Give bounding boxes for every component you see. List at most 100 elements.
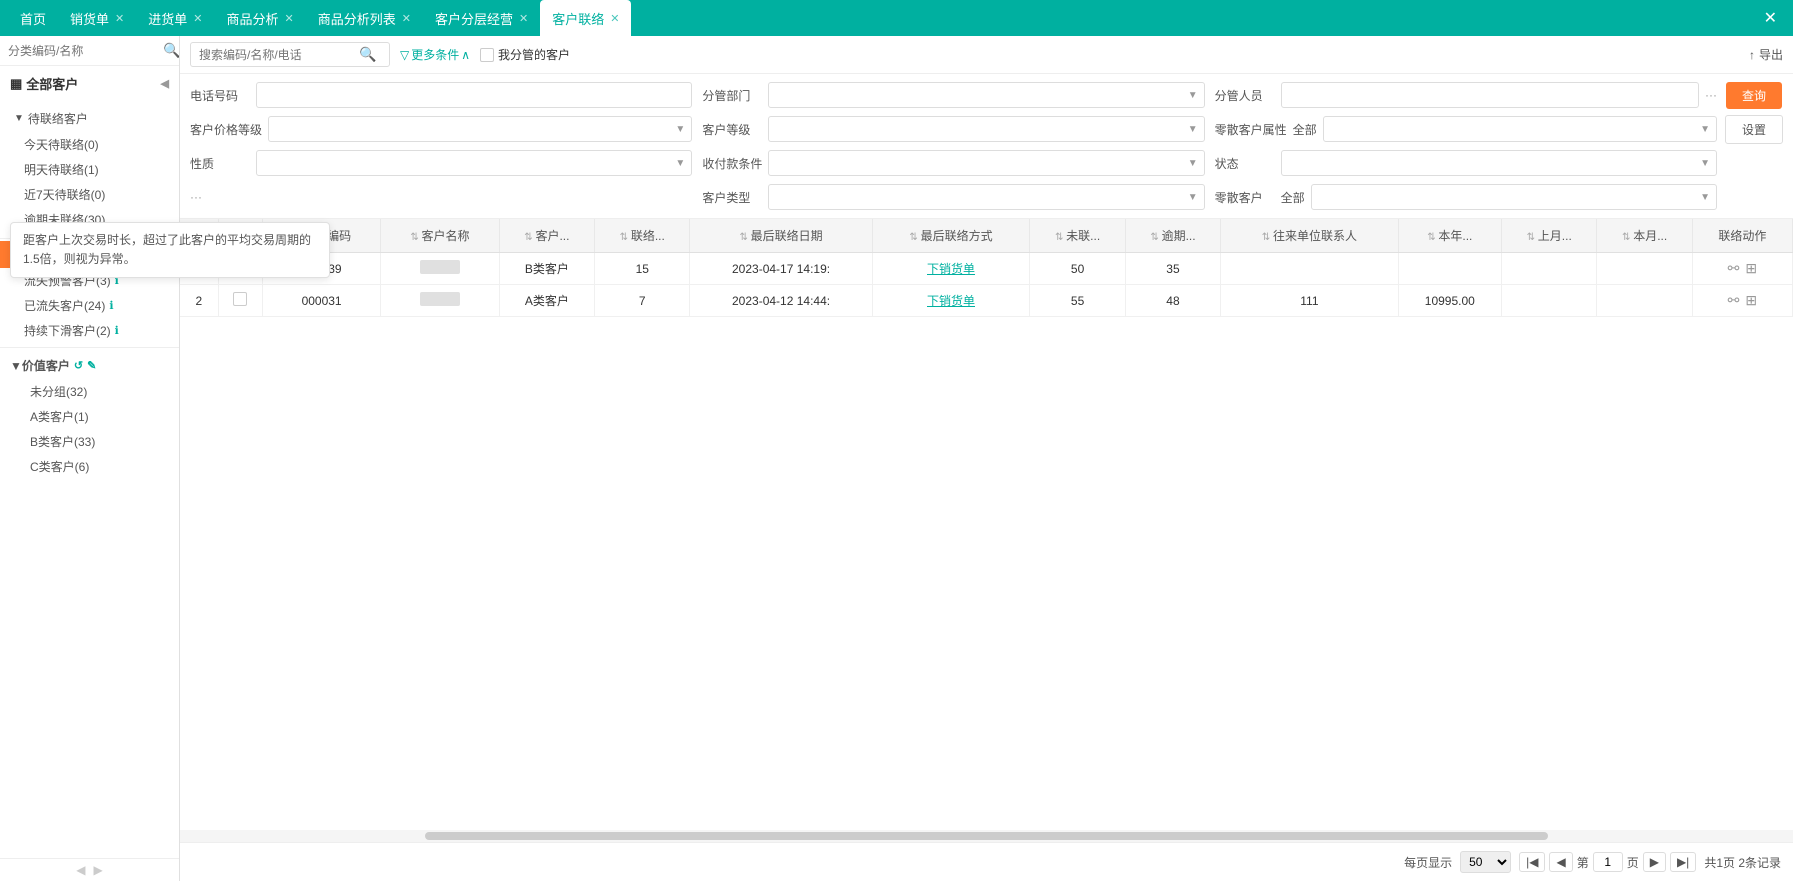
- close-customer-tier-icon[interactable]: ✕: [519, 12, 528, 25]
- export-button[interactable]: ↑ 导出: [1749, 46, 1783, 63]
- price-tier-arrow-icon: ▼: [675, 124, 685, 135]
- payment-select[interactable]: ▼: [768, 150, 1204, 176]
- value-customers-header[interactable]: ▼ 价值客户 ↺ ✎: [0, 352, 179, 379]
- status-arrow-icon: ▼: [1700, 158, 1710, 169]
- tab-customer-tier[interactable]: 客户分层经营 ✕: [423, 0, 540, 36]
- pending-contact-header[interactable]: ▼ 待联络客户: [0, 105, 179, 132]
- row2-last-date: 2023-04-12 14:44:: [690, 285, 872, 317]
- today-pending[interactable]: 今天待联络(0): [0, 132, 179, 157]
- filter-row-1: 电话号码 分管部门 ▼ 分管人员: [190, 82, 1717, 108]
- row1-actions: ⚯ ⊞: [1692, 253, 1792, 285]
- sidebar-right-arrow[interactable]: ▶: [94, 863, 103, 877]
- tab-sales-order[interactable]: 销货单 ✕: [58, 0, 136, 36]
- row1-link-icon[interactable]: ⚯: [1728, 260, 1740, 277]
- row1-this-year: [1398, 253, 1501, 285]
- tomorrow-pending[interactable]: 明天待联络(1): [0, 157, 179, 182]
- week-pending[interactable]: 近7天待联络(0): [0, 182, 179, 207]
- sidebar-search-icon[interactable]: 🔍: [163, 42, 180, 59]
- abnormal-tooltip: 距客户上次交易时长，超过了此客户的平均交易周期的1.5倍，则视为异常。: [10, 222, 330, 278]
- dept-arrow-icon: ▼: [1188, 90, 1198, 101]
- row2-link-icon[interactable]: ⚯: [1728, 292, 1740, 309]
- row2-uncontacted: 55: [1030, 285, 1125, 317]
- person-input[interactable]: [1281, 82, 1699, 108]
- col-overdue[interactable]: 逾期...: [1125, 219, 1220, 253]
- query-button[interactable]: 查询: [1726, 82, 1782, 109]
- row2-last-method[interactable]: 下销货单: [872, 285, 1030, 317]
- filter-icon: ▽: [400, 48, 409, 62]
- dept-select[interactable]: ▼: [768, 82, 1204, 108]
- price-tier-select[interactable]: ▼: [268, 116, 692, 142]
- page-number-input[interactable]: [1593, 852, 1623, 872]
- row1-last-method[interactable]: 下销货单: [872, 253, 1030, 285]
- phone-input[interactable]: [256, 82, 692, 108]
- scrollbar-thumb[interactable]: [425, 832, 1549, 840]
- declining-customers[interactable]: 持续下滑客户(2) ℹ: [0, 318, 179, 343]
- tab-purchase-order[interactable]: 进货单 ✕: [136, 0, 214, 36]
- close-customer-contact-icon[interactable]: ✕: [610, 12, 619, 25]
- page-size-select[interactable]: 50 100 200: [1460, 851, 1511, 873]
- col-last-month[interactable]: 上月...: [1502, 219, 1597, 253]
- sidebar-collapse-icon[interactable]: ◀: [161, 77, 169, 90]
- row2-checkbox[interactable]: [218, 285, 262, 317]
- already-lost-info-icon[interactable]: ℹ: [109, 299, 113, 312]
- col-last-contact-method[interactable]: 最后联络方式: [872, 219, 1030, 253]
- prev-page-button[interactable]: ◀: [1549, 852, 1572, 872]
- row2-grid-icon[interactable]: ⊞: [1745, 292, 1757, 309]
- class-c-customers[interactable]: C类客户(6): [0, 454, 179, 479]
- sidebar-left-arrow[interactable]: ◀: [76, 863, 85, 877]
- close-sales-order-icon[interactable]: ✕: [115, 12, 124, 25]
- declining-info-icon[interactable]: ℹ: [115, 324, 119, 337]
- first-page-button[interactable]: |◀: [1519, 852, 1545, 872]
- close-product-analysis-icon[interactable]: ✕: [285, 12, 294, 25]
- col-contact-count[interactable]: 联络...: [595, 219, 690, 253]
- customer-tier-select[interactable]: ▼: [768, 116, 1204, 142]
- already-lost[interactable]: 已流失客户(24) ℹ: [0, 293, 179, 318]
- col-this-month[interactable]: 本月...: [1597, 219, 1692, 253]
- search-button[interactable]: 🔍: [359, 46, 376, 63]
- horizontal-scrollbar[interactable]: [180, 830, 1793, 842]
- unclassified-customers[interactable]: 未分组(32): [0, 379, 179, 404]
- customer-type-select[interactable]: ▼: [768, 184, 1204, 210]
- filter-row-3: 性质 ▼ 收付款条件 ▼: [190, 150, 1717, 176]
- row2-code[interactable]: 000031: [262, 285, 380, 317]
- page-navigation: |◀ ◀ 第 页 ▶ ▶|: [1519, 852, 1696, 872]
- close-product-list-icon[interactable]: ✕: [402, 12, 411, 25]
- last-page-button[interactable]: ▶|: [1670, 852, 1696, 872]
- close-all-tabs-button[interactable]: ✕: [1756, 8, 1785, 28]
- sidebar: 🔍 ▦ 全部客户 ◀ ▼ 待联络客户 今天待联络(0) 明天待联络(1): [0, 36, 180, 881]
- tab-customer-contact[interactable]: 客户联络 ✕: [540, 0, 631, 36]
- more-conditions-button[interactable]: ▽ 更多条件 ∧: [400, 46, 470, 63]
- filter-person: 分管人员 ···: [1215, 82, 1717, 108]
- refresh-icon[interactable]: ↺: [74, 359, 83, 372]
- col-uncontacted[interactable]: 未联...: [1030, 219, 1125, 253]
- search-input[interactable]: [199, 48, 359, 62]
- nature-select[interactable]: ▼: [256, 150, 692, 176]
- retail-customer-select[interactable]: ▼: [1311, 184, 1717, 210]
- sidebar-all-customers[interactable]: ▦ 全部客户 ◀: [0, 66, 179, 101]
- my-customers-checkbox[interactable]: [480, 48, 494, 62]
- col-last-contact-date[interactable]: 最后联络日期: [690, 219, 872, 253]
- sidebar-search-input[interactable]: [8, 44, 163, 58]
- col-name[interactable]: 客户名称: [381, 219, 499, 253]
- tab-product-analysis-list[interactable]: 商品分析列表 ✕: [306, 0, 423, 36]
- tab-product-analysis[interactable]: 商品分析 ✕: [214, 0, 305, 36]
- row2-select-checkbox[interactable]: [233, 292, 247, 306]
- table-row: 1 000039 B类客户: [180, 253, 1793, 285]
- next-page-button[interactable]: ▶: [1643, 852, 1666, 872]
- class-a-customers[interactable]: A类客户(1): [0, 404, 179, 429]
- edit-icon[interactable]: ✎: [87, 359, 96, 372]
- person-dots-icon[interactable]: ···: [1705, 88, 1717, 102]
- col-type[interactable]: 客户...: [499, 219, 594, 253]
- col-unit-contacts[interactable]: 往来单位联系人: [1221, 219, 1398, 253]
- col-this-year[interactable]: 本年...: [1398, 219, 1501, 253]
- settings-button[interactable]: 设置: [1725, 115, 1783, 144]
- class-b-customers[interactable]: B类客户(33): [0, 429, 179, 454]
- retail-customer-arrow-icon: ▼: [1700, 192, 1710, 203]
- tab-home[interactable]: 首页: [8, 0, 58, 36]
- my-customers-checkbox-label[interactable]: 我分管的客户: [480, 46, 570, 63]
- close-purchase-order-icon[interactable]: ✕: [193, 12, 202, 25]
- extra-dots-icon[interactable]: ···: [190, 190, 202, 204]
- row1-grid-icon[interactable]: ⊞: [1745, 260, 1757, 277]
- status-select[interactable]: ▼: [1281, 150, 1717, 176]
- retail-attr-select[interactable]: ▼: [1323, 116, 1717, 142]
